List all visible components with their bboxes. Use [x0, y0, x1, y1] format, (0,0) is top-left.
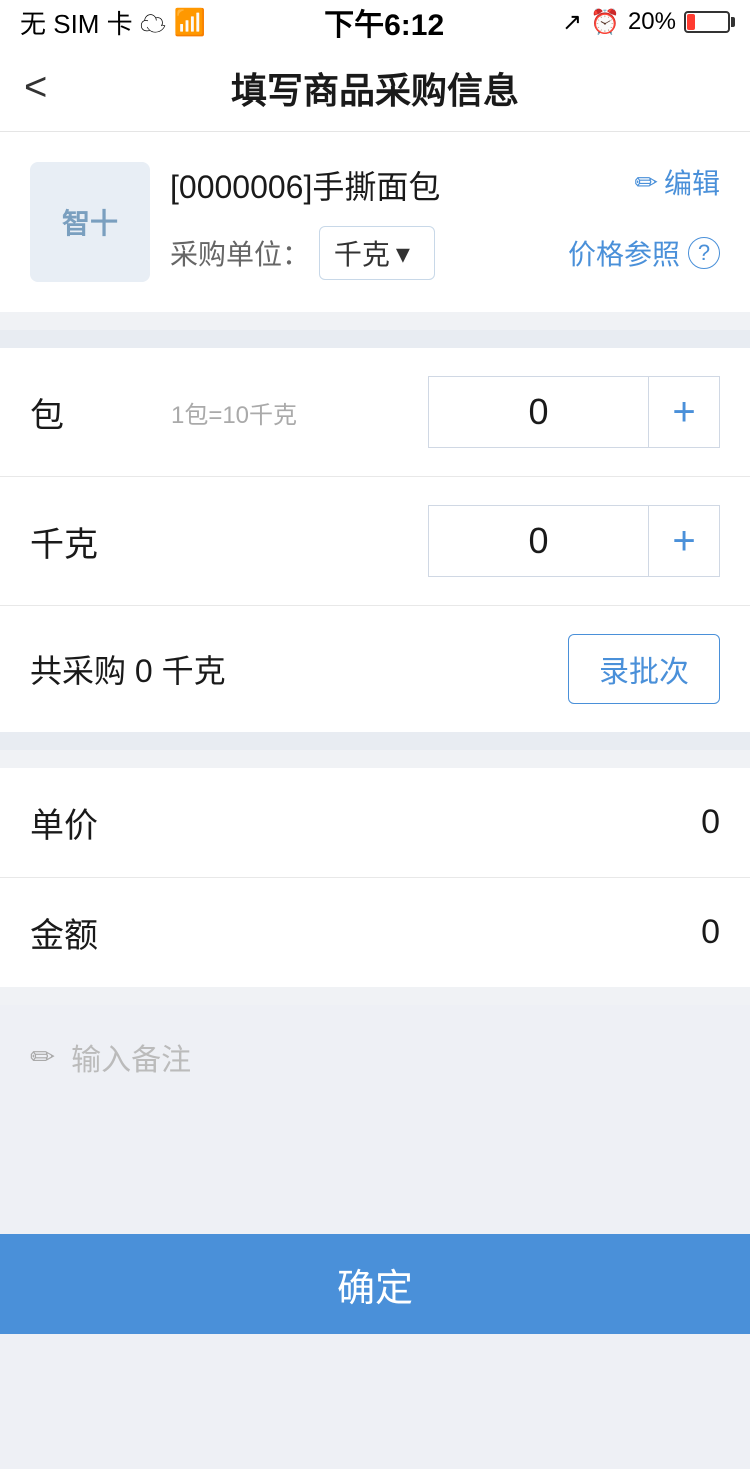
- bag-input-row: 包 1包=10千克 0 +: [0, 348, 750, 477]
- status-time: 下午6:12: [324, 0, 444, 44]
- battery-icon: [684, 11, 730, 33]
- nav-bar: < 填写商品采购信息: [0, 44, 750, 132]
- batch-button[interactable]: 录批次: [568, 634, 720, 704]
- edit-icon: ✏: [635, 166, 658, 199]
- status-left: 无 SIM 卡 ☁ 📶: [20, 4, 206, 41]
- back-button[interactable]: <: [24, 65, 47, 110]
- bag-hint: 1包=10千克: [171, 395, 297, 430]
- battery-percent: 20%: [628, 8, 676, 36]
- amount-row: 金额 0: [0, 878, 750, 987]
- kg-input-row: 千克 0 +: [0, 477, 750, 606]
- price-section: 单价 0 金额 0: [0, 768, 750, 987]
- section-divider-2: [0, 732, 750, 750]
- bag-input-section: 包 1包=10千克 0 + 千克 0 +: [0, 348, 750, 606]
- note-icon: ✏: [30, 1040, 55, 1075]
- product-image: 智十: [30, 162, 150, 282]
- price-ref-button[interactable]: 价格参照 ?: [568, 233, 720, 273]
- kg-quantity-input[interactable]: 0: [428, 505, 648, 577]
- bag-plus-button[interactable]: +: [648, 376, 720, 448]
- edit-button[interactable]: ✏ 编辑: [635, 162, 720, 202]
- note-placeholder: 输入备注: [71, 1035, 191, 1079]
- product-info: [0000006]手撕面包 ✏ 编辑 采购单位： 千克 ▾ 价格参照 ?: [170, 162, 720, 280]
- unit-price-value: 0: [701, 803, 720, 842]
- confirm-button[interactable]: 确定: [0, 1234, 750, 1334]
- product-header: [0000006]手撕面包 ✏ 编辑: [170, 162, 720, 208]
- edit-label: 编辑: [664, 162, 720, 202]
- bag-quantity-input[interactable]: 0: [428, 376, 648, 448]
- wifi-icon: 📶: [174, 7, 206, 38]
- price-ref-label: 价格参照: [568, 233, 680, 273]
- bag-quantity-wrap: 0 +: [428, 376, 720, 448]
- kg-quantity-wrap: 0 +: [428, 505, 720, 577]
- price-ref-icon: ?: [688, 237, 720, 269]
- kg-label: 千克: [30, 517, 229, 566]
- status-right: ↗ ⏰ 20%: [562, 8, 730, 37]
- purchase-unit-row: 采购单位： 千克 ▾ 价格参照 ?: [170, 226, 720, 280]
- location-icon: ↗: [562, 8, 582, 37]
- alarm-icon: ⏰: [590, 8, 620, 37]
- amount-value: 0: [701, 913, 720, 952]
- unit-value: 千克: [334, 233, 390, 273]
- unit-price-label: 单价: [30, 798, 98, 847]
- product-card: 智十 [0000006]手撕面包 ✏ 编辑 采购单位： 千克 ▾ 价格参照 ?: [0, 132, 750, 312]
- amount-label: 金额: [30, 908, 98, 957]
- unit-select[interactable]: 千克 ▾: [319, 226, 435, 280]
- unit-label: 采购单位：: [170, 239, 310, 270]
- unit-dropdown-arrow: ▾: [396, 237, 410, 270]
- bag-label: 包: [30, 388, 161, 437]
- note-section[interactable]: ✏ 输入备注: [0, 1005, 750, 1109]
- kg-plus-button[interactable]: +: [648, 505, 720, 577]
- summary-row: 共采购 0 千克 录批次: [0, 606, 750, 732]
- no-sim-text: 无 SIM 卡 ☁: [20, 4, 166, 41]
- unit-price-row: 单价 0: [0, 768, 750, 878]
- unit-select-group: 采购单位： 千克 ▾: [170, 226, 435, 280]
- section-divider-1: [0, 330, 750, 348]
- summary-text: 共采购 0 千克: [30, 646, 226, 692]
- status-bar: 无 SIM 卡 ☁ 📶 下午6:12 ↗ ⏰ 20%: [0, 0, 750, 44]
- product-logo-text: 智十: [62, 202, 118, 242]
- page-title: 填写商品采购信息: [231, 62, 519, 114]
- product-name: [0000006]手撕面包: [170, 162, 440, 208]
